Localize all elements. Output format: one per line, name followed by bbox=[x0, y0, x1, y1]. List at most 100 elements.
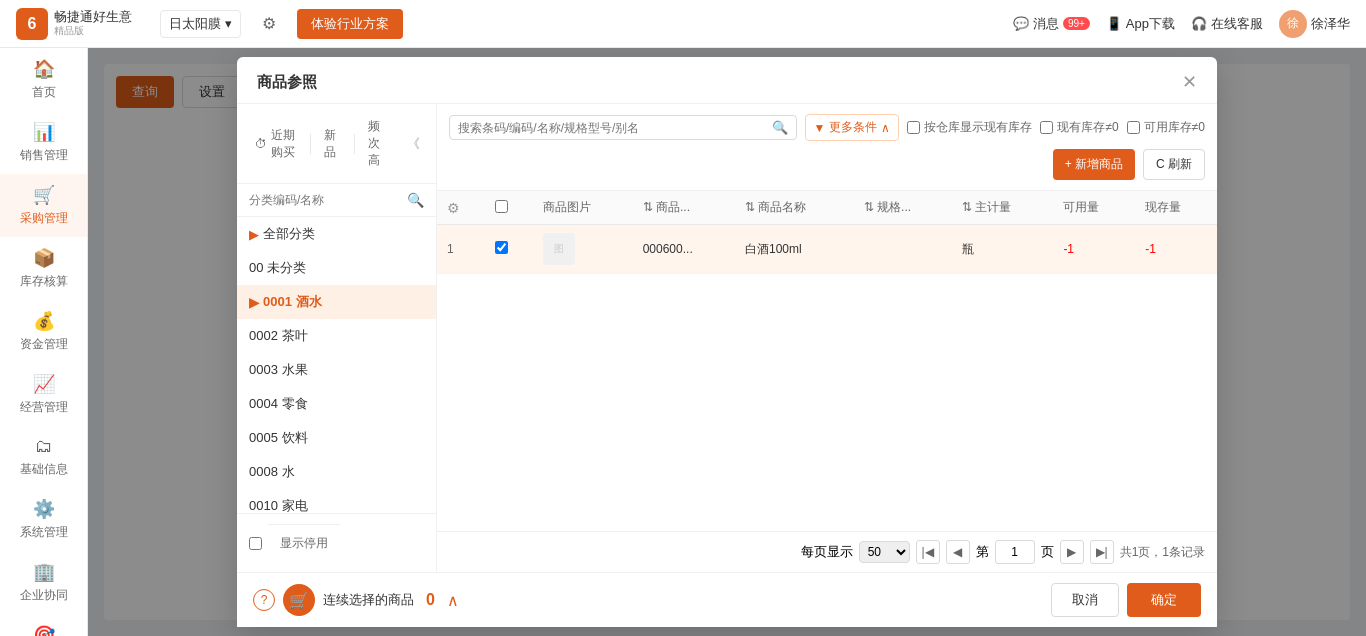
column-gear-icon[interactable]: ⚙ bbox=[447, 200, 460, 216]
user-menu[interactable]: 徐 徐泽华 bbox=[1279, 10, 1350, 38]
sidebar-item-newbie[interactable]: 🎯 新手引导 bbox=[0, 614, 87, 636]
message-btn[interactable]: 💬 消息 99+ bbox=[1013, 15, 1090, 33]
app-download-btn[interactable]: 📱 App下载 bbox=[1106, 15, 1175, 33]
sidebar-item-system[interactable]: ⚙️ 系统管理 bbox=[0, 488, 87, 551]
pagination: 每页显示 50 10 20 100 |◀ ◀ 第 页 bbox=[437, 531, 1217, 572]
category-item-0002[interactable]: 0002 茶叶 bbox=[237, 319, 436, 353]
refresh-btn[interactable]: C 刷新 bbox=[1143, 149, 1205, 180]
filter-more-btn[interactable]: ▼ 更多条件 ∧ bbox=[805, 114, 900, 141]
main-area: 查询 设置 刷新 商品参照 ✕ bbox=[88, 48, 1366, 636]
sidebar-item-purchase[interactable]: 🛒 采购管理 bbox=[0, 174, 87, 237]
collapse-up-icon[interactable]: ∧ bbox=[447, 591, 459, 610]
recent-icon: ⏱ bbox=[255, 137, 267, 151]
product-table-wrap: ⚙ 商品图片 ⇅ 商品... ⇅ 商品名称 bbox=[437, 191, 1217, 531]
avatar: 徐 bbox=[1279, 10, 1307, 38]
warehouse-stock-checkbox[interactable] bbox=[907, 121, 920, 134]
high-freq-btn[interactable]: 频次高 bbox=[362, 114, 397, 173]
add-product-btn[interactable]: + 新增商品 bbox=[1053, 149, 1135, 180]
sidebar-item-basic[interactable]: 🗂 基础信息 bbox=[0, 426, 87, 488]
modal-overlay: 商品参照 ✕ ⏱ 近期购买 新品 bbox=[88, 48, 1366, 636]
category-search: 🔍 bbox=[237, 184, 436, 217]
recent-buy-btn[interactable]: ⏱ 近期购买 bbox=[249, 123, 302, 165]
online-service-btn[interactable]: 🎧 在线客服 bbox=[1191, 15, 1263, 33]
category-item-0004[interactable]: 0004 零食 bbox=[237, 387, 436, 421]
row-checkbox[interactable] bbox=[495, 241, 508, 254]
toolbar: 🔍 ▼ 更多条件 ∧ 按仓库显示现有库存 bbox=[437, 104, 1217, 191]
product-reference-modal: 商品参照 ✕ ⏱ 近期购买 新品 bbox=[237, 57, 1217, 627]
nav-right: 💬 消息 99+ 📱 App下载 🎧 在线客服 徐 徐泽华 bbox=[1013, 10, 1350, 38]
search-icon[interactable]: 🔍 bbox=[772, 120, 788, 135]
headset-icon: 🎧 bbox=[1191, 16, 1207, 31]
table-head: ⚙ 商品图片 ⇅ 商品... ⇅ 商品名称 bbox=[437, 191, 1217, 225]
table-body: 1 图 000600... 白酒100ml 瓶 bbox=[437, 225, 1217, 274]
collapse-left-icon[interactable]: 《 bbox=[403, 131, 424, 157]
modal-title: 商品参照 bbox=[257, 73, 317, 92]
toolbar-right: + 新增商品 C 刷新 bbox=[1053, 149, 1205, 180]
filter-icon: ▼ bbox=[814, 121, 826, 135]
sidebar-item-home[interactable]: 🏠 首页 bbox=[0, 48, 87, 111]
left-panel: ⏱ 近期购买 新品 频次高 《 bbox=[237, 104, 437, 572]
sidebar-item-sales[interactable]: 📊 销售管理 bbox=[0, 111, 87, 174]
experience-btn[interactable]: 体验行业方案 bbox=[297, 9, 403, 39]
system-icon: ⚙️ bbox=[33, 498, 55, 520]
category-item-0005[interactable]: 0005 饮料 bbox=[237, 421, 436, 455]
usable-neq0-checkbox[interactable] bbox=[1127, 121, 1140, 134]
category-item-00[interactable]: 00 未分类 bbox=[237, 251, 436, 285]
col-available: 可用量 bbox=[1053, 191, 1135, 225]
prev-page-btn[interactable]: ◀ bbox=[946, 540, 970, 564]
sidebar: 🏠 首页 📊 销售管理 🛒 采购管理 📦 库存核算 💰 资金管理 📈 经营管理 … bbox=[0, 48, 88, 636]
purchase-icon: 🛒 bbox=[33, 184, 55, 206]
select-all-checkbox[interactable] bbox=[495, 200, 508, 213]
category-item-all[interactable]: ▶ 全部分类 bbox=[237, 217, 436, 251]
table-row[interactable]: 1 图 000600... 白酒100ml 瓶 bbox=[437, 225, 1217, 274]
product-search-input[interactable] bbox=[458, 121, 768, 135]
category-list: ▶ 全部分类 00 未分类 ▶ 0001 酒水 0002 茶 bbox=[237, 217, 436, 513]
message-label: 消息 bbox=[1033, 15, 1059, 33]
col-name[interactable]: ⇅ 商品名称 bbox=[735, 191, 854, 225]
category-search-input[interactable] bbox=[249, 193, 403, 207]
new-item-btn[interactable]: 新品 bbox=[318, 123, 345, 165]
search-icon[interactable]: 🔍 bbox=[407, 192, 424, 208]
sidebar-item-enterprise[interactable]: 🏢 企业协同 bbox=[0, 551, 87, 614]
first-page-btn[interactable]: |◀ bbox=[916, 540, 940, 564]
modal-header: 商品参照 ✕ bbox=[237, 57, 1217, 104]
col-unit[interactable]: ⇅ 主计量 bbox=[952, 191, 1053, 225]
settings-icon[interactable]: ⚙ bbox=[253, 8, 285, 40]
sidebar-item-operations[interactable]: 📈 经营管理 bbox=[0, 363, 87, 426]
last-page-btn[interactable]: ▶| bbox=[1090, 540, 1114, 564]
available-neq0-checkbox[interactable] bbox=[1040, 121, 1053, 134]
layout: 🏠 首页 📊 销售管理 🛒 采购管理 📦 库存核算 💰 资金管理 📈 经营管理 … bbox=[0, 48, 1366, 636]
category-item-0003[interactable]: 0003 水果 bbox=[237, 353, 436, 387]
col-code[interactable]: ⇅ 商品... bbox=[633, 191, 735, 225]
sidebar-item-inventory[interactable]: 📦 库存核算 bbox=[0, 237, 87, 300]
modal-footer: ? 🛒 连续选择的商品 0 ∧ 取消 确定 bbox=[237, 572, 1217, 627]
left-top-shortcuts: ⏱ 近期购买 新品 频次高 《 bbox=[237, 104, 436, 184]
footer-cart: ? 🛒 连续选择的商品 0 ∧ bbox=[253, 584, 1051, 616]
available-qty: -1 bbox=[1053, 225, 1135, 274]
sidebar-label-home: 首页 bbox=[32, 84, 56, 101]
message-badge: 99+ bbox=[1063, 17, 1090, 30]
logo-sub: 精品版 bbox=[54, 24, 132, 38]
total-info: 共1页，1条记录 bbox=[1120, 544, 1205, 561]
col-stock: 现存量 bbox=[1135, 191, 1217, 225]
show-disabled-checkbox[interactable] bbox=[249, 537, 262, 550]
page-number-input[interactable] bbox=[995, 540, 1035, 564]
category-item-0008[interactable]: 0008 水 bbox=[237, 455, 436, 489]
confirm-btn[interactable]: 确定 bbox=[1127, 583, 1201, 617]
sidebar-label-enterprise: 企业协同 bbox=[20, 587, 68, 604]
logo-icon: 6 bbox=[16, 8, 48, 40]
close-icon[interactable]: ✕ bbox=[1182, 71, 1197, 93]
cancel-btn[interactable]: 取消 bbox=[1051, 583, 1119, 617]
category-item-0010[interactable]: 0010 家电 bbox=[237, 489, 436, 513]
category-item-0001[interactable]: ▶ 0001 酒水 bbox=[237, 285, 436, 319]
sales-icon: 📊 bbox=[33, 121, 55, 143]
product-code: 000600... bbox=[633, 225, 735, 274]
next-page-btn[interactable]: ▶ bbox=[1060, 540, 1084, 564]
page-size-select[interactable]: 50 10 20 100 bbox=[859, 541, 910, 563]
store-selector[interactable]: 日太阳膜 ▾ bbox=[160, 10, 241, 38]
col-spec[interactable]: ⇅ 规格... bbox=[854, 191, 952, 225]
cart-icon[interactable]: 🛒 bbox=[283, 584, 315, 616]
help-icon[interactable]: ? bbox=[253, 589, 275, 611]
arrow-icon-0001: ▶ bbox=[249, 295, 259, 310]
sidebar-item-funds[interactable]: 💰 资金管理 bbox=[0, 300, 87, 363]
